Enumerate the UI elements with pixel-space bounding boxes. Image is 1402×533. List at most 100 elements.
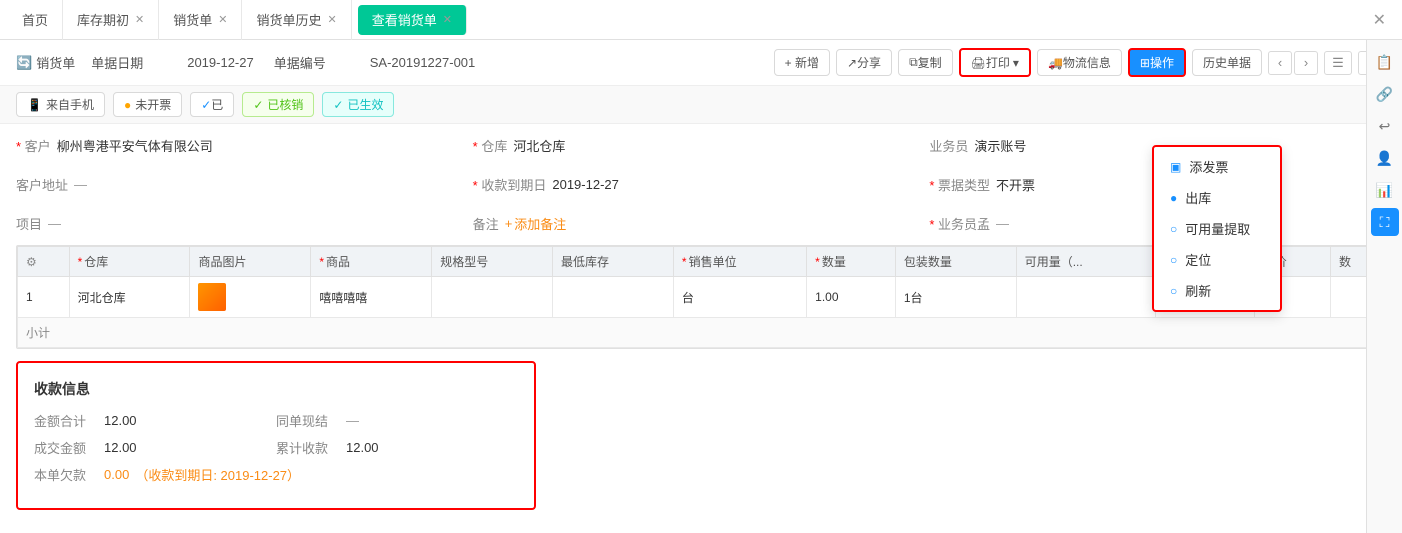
total-label: 金额合计 xyxy=(34,411,104,430)
col-product: *商品 xyxy=(311,247,432,277)
cell-spec xyxy=(432,277,553,318)
tab-close-inventory[interactable]: ✕ xyxy=(135,13,144,26)
deal-value: 12.00 xyxy=(104,440,137,455)
print-dropdown-icon: ▾ xyxy=(1013,56,1019,70)
note-field: 备注 添加备注 xyxy=(473,214,930,233)
sec-toolbar: 📱 来自手机 未开票 ✓ 已 已核销 已生效 xyxy=(0,86,1402,124)
project-field: 项目 — xyxy=(16,214,473,233)
col-min-stock: 最低库存 xyxy=(553,247,674,277)
doc-title-text: 销货单 xyxy=(36,53,75,72)
sidebar-icon-user[interactable]: 👤 xyxy=(1371,144,1399,172)
col-gear: ⚙ xyxy=(18,247,70,277)
cumulative-item: 累计收款 12.00 xyxy=(276,438,518,457)
add-note-button[interactable]: 添加备注 xyxy=(505,214,567,233)
cell-product-img xyxy=(190,277,311,318)
sidebar-icon-return[interactable]: ↩ xyxy=(1371,112,1399,140)
copy-icon: ⧉ xyxy=(909,55,918,70)
locate-icon: ○ xyxy=(1170,253,1177,267)
customer-field: 客户 柳州粤港平安气体有限公司 xyxy=(16,136,473,155)
sidebar-icon-chart[interactable]: 📊 xyxy=(1371,176,1399,204)
subtotal-row: 小计 xyxy=(18,318,1385,348)
owed-value: 0.00 xyxy=(104,467,129,482)
num-value: SA-20191227-001 xyxy=(370,55,476,70)
payment-row-2: 成交金额 12.00 累计收款 12.00 xyxy=(34,438,518,457)
tab-sales[interactable]: 销货单 ✕ xyxy=(159,0,242,40)
operation-icon: ⊞ xyxy=(1140,56,1150,70)
product-image xyxy=(198,283,226,311)
cell-min-stock xyxy=(553,277,674,318)
deal-label: 成交金额 xyxy=(34,438,104,457)
col-available: 可用量（... xyxy=(1016,247,1155,277)
logistics-button[interactable]: 🚚 物流信息 xyxy=(1037,49,1122,76)
tab-close-sales[interactable]: ✕ xyxy=(218,13,227,26)
nav-arrows: ‹ › xyxy=(1268,51,1318,75)
address-value: — xyxy=(74,177,87,192)
staff-value: 演示账号 xyxy=(974,136,1026,155)
tab-home[interactable]: 首页 xyxy=(8,0,63,40)
add-button[interactable]: + 新增 xyxy=(774,49,830,76)
warehouse-value: 河北仓库 xyxy=(513,136,565,155)
customer-label: 客户 xyxy=(16,136,51,155)
list-view-button[interactable]: ☰ xyxy=(1324,51,1352,75)
menu-outbound[interactable]: ● 出库 xyxy=(1154,182,1280,213)
operation-button[interactable]: ⊞ 操作 xyxy=(1128,48,1186,77)
note-label: 备注 xyxy=(473,214,499,233)
history-button[interactable]: 历史单据 xyxy=(1192,49,1262,76)
phone-button[interactable]: 📱 来自手机 xyxy=(16,92,105,117)
col-pack-qty: 包装数量 xyxy=(895,247,1016,277)
staff2-value: — xyxy=(996,216,1009,231)
project-value: — xyxy=(48,216,61,231)
sidebar-icon-doc[interactable]: 📋 xyxy=(1371,48,1399,76)
menu-add-invoice[interactable]: ▣ 添发票 xyxy=(1154,151,1280,182)
menu-available-qty[interactable]: ○ 可用量提取 xyxy=(1154,213,1280,244)
col-product-img: 商品图片 xyxy=(190,247,311,277)
prev-button[interactable]: ‹ xyxy=(1268,51,1292,75)
cumulative-value: 12.00 xyxy=(346,440,379,455)
window-close-button[interactable]: ✕ xyxy=(1365,10,1394,30)
phone-icon: 📱 xyxy=(27,98,42,112)
deal-item: 成交金额 12.00 xyxy=(34,438,276,457)
tab-view-sales[interactable]: 查看销货单 ✕ xyxy=(358,5,467,35)
payment-row-1: 金额合计 12.00 同单现结 — xyxy=(34,411,518,430)
tab-sales-history[interactable]: 销货单历史 ✕ xyxy=(242,0,351,40)
col-spec: 规格型号 xyxy=(432,247,553,277)
subtotal-cell: 小计 xyxy=(18,318,1385,348)
same-order-value: — xyxy=(346,413,359,428)
copy-button[interactable]: ⧉ 复制 xyxy=(898,49,953,76)
verified-button[interactable]: 已核销 xyxy=(242,92,314,117)
cell-pack-qty: 1台 xyxy=(895,277,1016,318)
doc-meta: 单据日期 2019-12-27 单据编号 SA-20191227-001 xyxy=(91,53,495,72)
tab-close-sales-history[interactable]: ✕ xyxy=(328,13,337,26)
menu-refresh[interactable]: ○ 刷新 xyxy=(1154,275,1280,306)
sidebar-icon-expand[interactable]: ⛶ xyxy=(1371,208,1399,236)
refresh-icon: ○ xyxy=(1170,284,1177,298)
menu-locate[interactable]: ○ 定位 xyxy=(1154,244,1280,275)
cell-index: 1 xyxy=(18,277,70,318)
tab-close-view-sales[interactable]: ✕ xyxy=(443,13,452,26)
payment-date-value: 2019-12-27 xyxy=(552,177,619,192)
toolbar: + 新增 ↗ 分享 ⧉ 复制 🖨 打印 ▾ 🚚 物流信息 ⊞ 操作 xyxy=(774,48,1386,77)
date-label: 单据日期 xyxy=(91,53,163,72)
cumulative-label: 累计收款 xyxy=(276,438,346,457)
confirm-icon-button[interactable]: ✓ 已 xyxy=(190,92,234,117)
sidebar-icon-link[interactable]: 🔗 xyxy=(1371,80,1399,108)
payment-title: 收款信息 xyxy=(34,379,518,399)
next-button[interactable]: › xyxy=(1294,51,1318,75)
total-item: 金额合计 12.00 xyxy=(34,411,276,430)
open-ticket-button[interactable]: 未开票 xyxy=(113,92,182,117)
date-value: 2019-12-27 xyxy=(187,55,254,70)
tab-inventory[interactable]: 库存期初 ✕ xyxy=(63,0,159,40)
share-button[interactable]: ↗ 分享 xyxy=(836,49,892,76)
print-icon: 🖨 xyxy=(971,56,986,70)
cell-qty: 1.00 xyxy=(807,277,896,318)
add-invoice-icon: ▣ xyxy=(1170,160,1181,174)
num-label: 单据编号 xyxy=(274,53,346,72)
print-button[interactable]: 🖨 打印 ▾ xyxy=(959,48,1031,77)
main-content: 🔄 销货单 单据日期 2019-12-27 单据编号 SA-20191227-0… xyxy=(0,40,1402,533)
payment-date-label: 收款到期日 xyxy=(473,175,547,194)
warehouse-field: 仓库 河北仓库 xyxy=(473,136,930,155)
warehouse-label: 仓库 xyxy=(473,136,508,155)
address-field: 客户地址 — xyxy=(16,175,473,194)
payment-date-field: 收款到期日 2019-12-27 xyxy=(473,175,930,194)
effective-button[interactable]: 已生效 xyxy=(322,92,394,117)
